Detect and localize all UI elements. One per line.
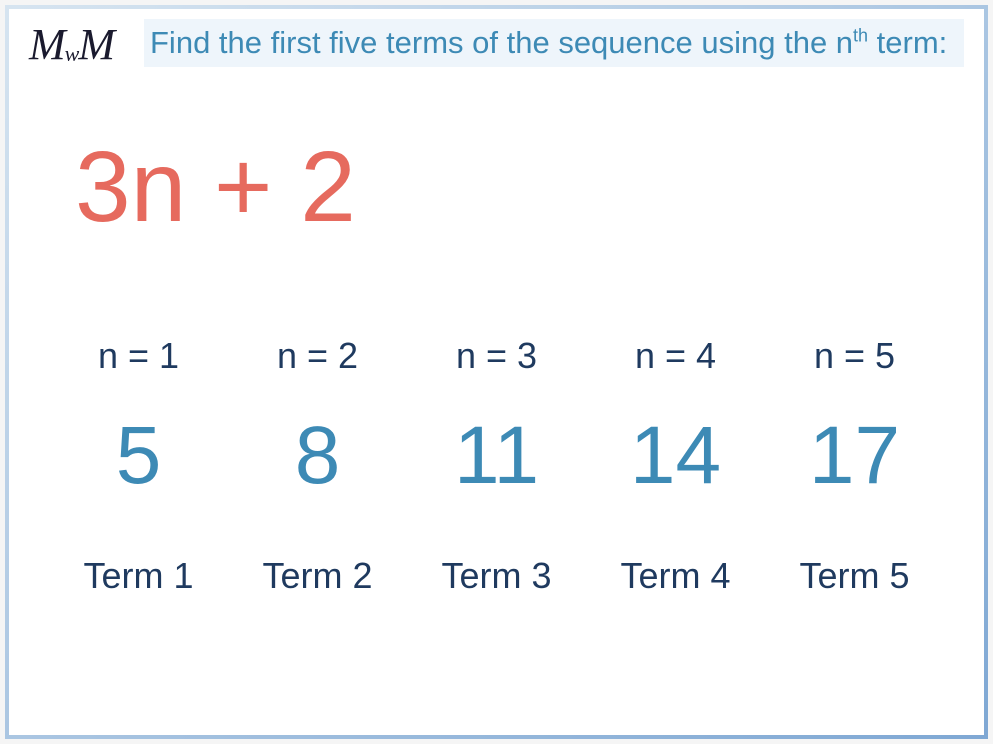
term-label-4: Term 4 — [586, 555, 765, 597]
n-label-2: n = 2 — [228, 335, 407, 377]
n-label-4: n = 4 — [586, 335, 765, 377]
term-label-3: Term 3 — [407, 555, 586, 597]
n-label-5: n = 5 — [765, 335, 944, 377]
instruction-sup: th — [853, 26, 868, 46]
term-label-5: Term 5 — [765, 555, 944, 597]
nth-term-formula: 3n + 2 — [29, 130, 964, 245]
n-label-3: n = 3 — [407, 335, 586, 377]
header-row: MwM Find the first five terms of the seq… — [29, 17, 964, 70]
instruction-suffix: term: — [868, 25, 947, 60]
logo-small: w — [65, 41, 79, 66]
slide-frame: MwM Find the first five terms of the seq… — [5, 5, 988, 739]
term-label-1: Term 1 — [49, 555, 228, 597]
term-label-2: Term 2 — [228, 555, 407, 597]
logo: MwM — [29, 17, 114, 70]
term-value-1: 5 — [49, 407, 228, 505]
term-value-5: 17 — [765, 407, 944, 505]
sequence-grid: n = 1 n = 2 n = 3 n = 4 n = 5 5 8 11 14 … — [29, 335, 964, 597]
term-value-3: 11 — [407, 407, 586, 505]
logo-m1: M — [29, 20, 65, 69]
instruction-text: Find the first five terms of the sequenc… — [144, 19, 964, 67]
instruction-prefix: Find the first five terms of the sequenc… — [150, 25, 853, 60]
term-value-4: 14 — [586, 407, 765, 505]
n-label-1: n = 1 — [49, 335, 228, 377]
logo-m2: M — [78, 20, 114, 69]
term-value-2: 8 — [228, 407, 407, 505]
